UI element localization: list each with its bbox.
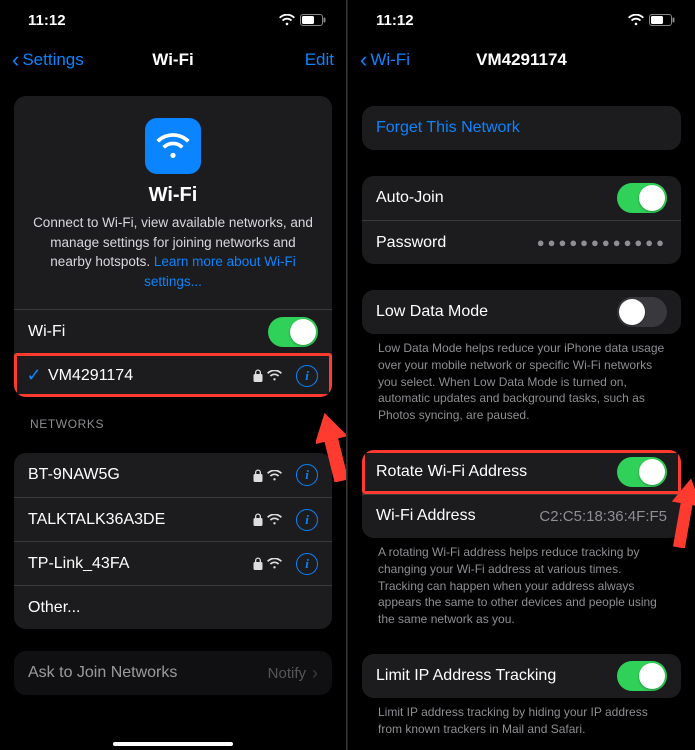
rotate-label: Rotate Wi-Fi Address xyxy=(376,463,617,481)
nav-bar: ‹Settings Wi-Fi Edit xyxy=(0,40,346,80)
status-time: 11:12 xyxy=(376,12,414,29)
rotate-address-toggle[interactable] xyxy=(617,457,667,487)
network-name: BT-9NAW5G xyxy=(28,466,253,484)
learn-more-link[interactable]: Learn more about Wi-Fi settings... xyxy=(144,254,296,289)
password-label: Password xyxy=(376,234,537,252)
auto-join-row: Auto-Join xyxy=(362,176,681,220)
back-button[interactable]: ‹Settings xyxy=(12,49,84,71)
forget-card: Forget This Network xyxy=(362,106,681,150)
networks-list: BT-9NAW5G i TALKTALK36A3DE i TP-Link_43F… xyxy=(14,453,332,629)
signal-icon xyxy=(267,370,282,381)
join-card: Auto-Join Password ●●●●●●●●●●●● xyxy=(362,176,681,264)
network-name: TALKTALK36A3DE xyxy=(28,511,253,529)
auto-join-toggle[interactable] xyxy=(617,183,667,213)
hero-card: Wi-Fi Connect to Wi-Fi, view available n… xyxy=(14,96,332,397)
check-icon: ✓ xyxy=(24,365,44,386)
nav-bar: ‹Wi-Fi VM4291174 xyxy=(348,40,695,80)
back-label: Wi-Fi xyxy=(370,50,410,70)
status-icons xyxy=(279,14,326,26)
ask-value: Notify xyxy=(268,665,306,682)
wifi-address-value: C2:C5:18:36:4F:F5 xyxy=(539,508,667,525)
lock-icon xyxy=(253,369,263,382)
wifi-toggle[interactable] xyxy=(268,317,318,347)
rotate-address-row: Rotate Wi-Fi Address xyxy=(362,450,681,494)
forget-network-button[interactable]: Forget This Network xyxy=(362,106,681,150)
home-indicator[interactable] xyxy=(113,742,233,746)
wifi-hero-icon xyxy=(145,118,201,174)
low-data-label: Low Data Mode xyxy=(376,303,617,321)
hero-text: Connect to Wi-Fi, view available network… xyxy=(32,213,314,291)
signal-icon xyxy=(267,558,282,569)
wifi-address-row: Wi-Fi Address C2:C5:18:36:4F:F5 xyxy=(362,494,681,538)
low-data-card: Low Data Mode xyxy=(362,290,681,334)
forget-label: Forget This Network xyxy=(376,119,667,137)
wifi-address-label: Wi-Fi Address xyxy=(376,507,539,525)
phone-wifi-settings: 11:12 ‹Settings Wi-Fi Edit Wi-Fi Connect… xyxy=(0,0,347,750)
wifi-icon xyxy=(628,14,644,26)
wifi-icon xyxy=(279,14,295,26)
rotate-note: A rotating Wi-Fi address helps reduce tr… xyxy=(362,538,681,638)
network-row[interactable]: TP-Link_43FA i xyxy=(14,541,332,585)
low-data-row: Low Data Mode xyxy=(362,290,681,334)
password-value: ●●●●●●●●●●●● xyxy=(537,235,667,250)
connected-network-row[interactable]: ✓ VM4291174 i xyxy=(14,353,332,397)
address-card: Rotate Wi-Fi Address Wi-Fi Address C2:C5… xyxy=(362,450,681,538)
wifi-label: Wi-Fi xyxy=(28,323,268,341)
hero-title: Wi-Fi xyxy=(32,184,314,207)
ask-label: Ask to Join Networks xyxy=(28,664,268,682)
back-label: Settings xyxy=(22,50,83,70)
info-icon[interactable]: i xyxy=(296,365,318,387)
lock-icon xyxy=(253,557,263,570)
limit-label: Limit IP Address Tracking xyxy=(376,667,617,685)
status-time: 11:12 xyxy=(28,12,66,29)
lock-icon xyxy=(253,513,263,526)
battery-icon xyxy=(300,14,326,26)
info-icon[interactable]: i xyxy=(296,553,318,575)
password-row[interactable]: Password ●●●●●●●●●●●● xyxy=(362,220,681,264)
connected-network-name: VM4291174 xyxy=(48,367,253,385)
status-bar: 11:12 xyxy=(0,0,346,40)
other-label: Other... xyxy=(28,599,318,617)
chevron-left-icon: ‹ xyxy=(360,49,367,71)
ask-to-join-card: Ask to Join Networks Notify › xyxy=(14,651,332,695)
battery-icon xyxy=(649,14,675,26)
chevron-left-icon: ‹ xyxy=(12,49,19,71)
limit-note: Limit IP address tracking by hiding your… xyxy=(362,698,681,748)
limit-tracking-toggle[interactable] xyxy=(617,661,667,691)
network-row[interactable]: BT-9NAW5G i xyxy=(14,453,332,497)
status-icons xyxy=(628,14,675,26)
info-icon[interactable]: i xyxy=(296,464,318,486)
edit-button[interactable]: Edit xyxy=(305,50,334,70)
low-data-note: Low Data Mode helps reduce your iPhone d… xyxy=(362,334,681,434)
highlight-arrow-icon xyxy=(670,478,695,548)
networks-header: NETWORKS xyxy=(14,397,332,437)
network-row[interactable]: TALKTALK36A3DE i xyxy=(14,497,332,541)
chevron-right-icon: › xyxy=(312,663,318,684)
info-icon[interactable]: i xyxy=(296,509,318,531)
limit-card: Limit IP Address Tracking xyxy=(362,654,681,698)
status-bar: 11:12 xyxy=(348,0,695,40)
highlight-arrow-icon xyxy=(316,412,347,482)
back-button[interactable]: ‹Wi-Fi xyxy=(360,49,410,71)
network-name: TP-Link_43FA xyxy=(28,555,253,573)
lock-icon xyxy=(253,469,263,482)
signal-icon xyxy=(267,514,282,525)
signal-icon xyxy=(267,470,282,481)
phone-network-detail: 11:12 ‹Wi-Fi VM4291174 Forget This Netwo… xyxy=(348,0,695,750)
ask-to-join-row[interactable]: Ask to Join Networks Notify › xyxy=(14,651,332,695)
other-network-row[interactable]: Other... xyxy=(14,585,332,629)
low-data-toggle[interactable] xyxy=(617,297,667,327)
auto-join-label: Auto-Join xyxy=(376,189,617,207)
wifi-master-toggle-row: Wi-Fi xyxy=(14,309,332,353)
limit-tracking-row: Limit IP Address Tracking xyxy=(362,654,681,698)
